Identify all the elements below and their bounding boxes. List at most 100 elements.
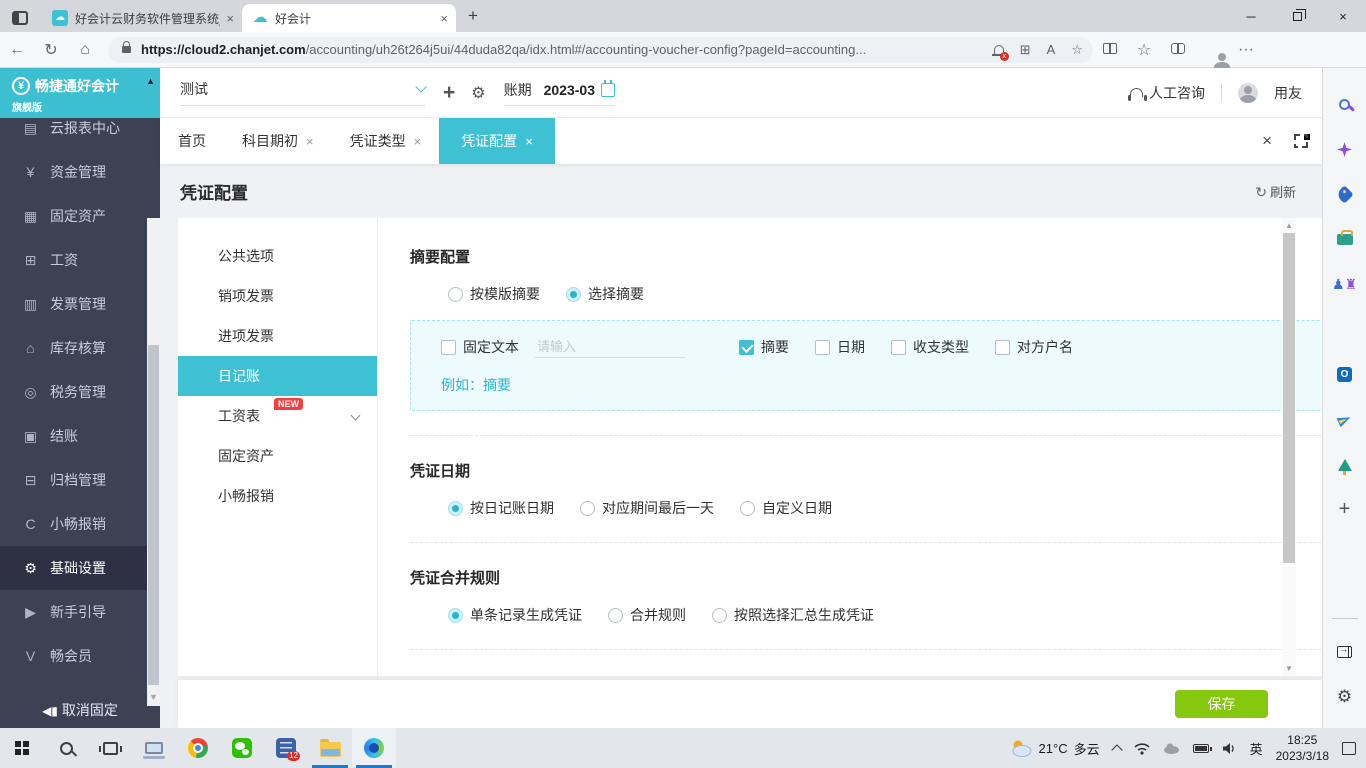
config-sidebar-item[interactable]: 固定资产: [178, 436, 377, 476]
sidebar-item[interactable]: ▶ 新手引导: [0, 590, 160, 634]
sidebar-item[interactable]: ▦ 固定资产: [0, 194, 160, 238]
support-link[interactable]: 人工咨询: [1149, 83, 1205, 103]
sidebar-item[interactable]: ▣ 结账: [0, 414, 160, 458]
page-tab-close-icon[interactable]: ×: [414, 134, 422, 149]
fixed-text-checkbox[interactable]: 固定文本: [441, 337, 519, 357]
config-sidebar-item[interactable]: 公共选项: [178, 236, 377, 276]
calendar-icon[interactable]: [601, 79, 615, 97]
config-sidebar-item[interactable]: 销项发票: [178, 276, 377, 316]
user-avatar[interactable]: [1238, 82, 1258, 103]
sidebar-item[interactable]: ⊟ 归档管理: [0, 458, 160, 502]
scroll-up-icon[interactable]: ▲: [1285, 221, 1293, 230]
notification-center-icon[interactable]: [1342, 741, 1356, 755]
radio-icon[interactable]: [448, 607, 463, 623]
copilot-icon[interactable]: [1323, 127, 1366, 172]
page-tab-close-icon[interactable]: ×: [525, 134, 533, 149]
volume-icon[interactable]: [1222, 742, 1237, 755]
notifications-blocked-icon[interactable]: x: [991, 42, 1009, 61]
drop-icon[interactable]: [1323, 397, 1366, 442]
m365-icon[interactable]: [1323, 307, 1366, 352]
config-sidebar-item[interactable]: 小畅报销: [178, 476, 377, 516]
radio-icon[interactable]: [448, 286, 463, 302]
shopping-icon[interactable]: [1323, 172, 1366, 217]
weather-widget[interactable]: 21°C 多云: [1009, 739, 1100, 758]
browser-tab-2[interactable]: ☁ 好会计 ×: [242, 4, 456, 32]
checkbox-icon[interactable]: [739, 339, 754, 355]
copy-page-icon[interactable]: [1161, 41, 1195, 59]
summary-field-checkbox[interactable]: 日期: [815, 337, 865, 357]
summary-field-checkbox[interactable]: 摘要: [739, 337, 789, 357]
remote-desktop-icon[interactable]: [132, 728, 176, 768]
tree-icon[interactable]: [1323, 442, 1366, 487]
summary-field-checkbox[interactable]: 收支类型: [891, 337, 969, 357]
search-icon[interactable]: [44, 728, 88, 768]
fixed-text-input[interactable]: [535, 336, 685, 358]
page-tab[interactable]: 科目期初 ×: [224, 118, 332, 164]
tools-icon[interactable]: [1323, 217, 1366, 262]
start-icon[interactable]: [0, 728, 44, 768]
voucher-date-radio[interactable]: 自定义日期: [740, 498, 832, 518]
period-value[interactable]: 2023-03: [544, 82, 595, 98]
more-menu-icon[interactable]: ···: [1229, 41, 1263, 59]
back-icon[interactable]: ←: [0, 41, 34, 59]
save-button[interactable]: 保存: [1175, 690, 1268, 718]
voucher-date-radio[interactable]: 对应期间最后一天: [580, 498, 714, 518]
task-view-icon[interactable]: [88, 728, 132, 768]
sidebar-item[interactable]: ◎ 税务管理: [0, 370, 160, 414]
add-account-set-button[interactable]: +: [443, 81, 455, 105]
voucher-date-radio[interactable]: 按日记账日期: [448, 498, 554, 518]
restore-button[interactable]: [1274, 8, 1320, 24]
page-tab[interactable]: 凭证类型 ×: [332, 118, 440, 164]
config-sidebar-item[interactable]: 工资表 NEW: [178, 396, 377, 436]
onedrive-cloud-icon[interactable]: [1163, 742, 1180, 754]
address-bar[interactable]: https://cloud2.chanjet.com/accounting/uh…: [108, 36, 1093, 63]
radio-icon[interactable]: [608, 607, 623, 623]
workspaces-icon[interactable]: [12, 11, 28, 25]
favorite-star-icon[interactable]: ☆: [1071, 42, 1083, 58]
tab-close-icon[interactable]: ×: [226, 11, 234, 26]
new-tab-button[interactable]: +: [468, 6, 478, 26]
wifi-icon[interactable]: [1134, 742, 1150, 755]
page-tab[interactable]: 首页 ×: [160, 118, 224, 164]
checkbox-icon[interactable]: [441, 339, 456, 355]
grid-add-icon[interactable]: ⊞: [1020, 42, 1031, 58]
sidebar-item[interactable]: ⊞ 工资: [0, 238, 160, 282]
battery-icon[interactable]: [1192, 743, 1212, 753]
sidebar-item[interactable]: ⚙ 基础设置: [0, 546, 160, 590]
outlook-icon[interactable]: O: [1323, 352, 1366, 397]
file-explorer-icon[interactable]: [308, 728, 352, 768]
add-icon[interactable]: +: [1323, 487, 1366, 532]
chrome-icon[interactable]: [176, 728, 220, 768]
panel-scrollbar-thumb[interactable]: [1283, 233, 1295, 563]
sidebar-toggle-icon[interactable]: [1323, 629, 1366, 674]
collections-icon[interactable]: ☆: [1127, 40, 1161, 60]
radio-icon[interactable]: [448, 500, 463, 516]
summary-mode-radio[interactable]: 选择摘要: [566, 284, 644, 304]
settings-icon[interactable]: ⚙: [1323, 674, 1366, 719]
tab-close-icon[interactable]: ×: [440, 11, 448, 26]
sidebar-item[interactable]: ▤ 云报表中心: [0, 118, 160, 150]
hidden-icons-chevron[interactable]: [1110, 743, 1123, 756]
merge-rule-radio[interactable]: 单条记录生成凭证: [448, 605, 582, 625]
split-screen-icon[interactable]: [1093, 41, 1127, 59]
radio-icon[interactable]: [580, 500, 595, 516]
search-icon[interactable]: [1323, 82, 1366, 127]
scroll-down-icon[interactable]: ▼: [1285, 664, 1293, 673]
summary-mode-radio[interactable]: 按模版摘要: [448, 284, 540, 304]
summary-field-checkbox[interactable]: 对方户名: [995, 337, 1073, 357]
page-tab[interactable]: 凭证配置 ×: [439, 118, 555, 164]
close-button[interactable]: ×: [1320, 9, 1366, 24]
config-sidebar-item[interactable]: 日记账: [178, 356, 377, 396]
app-grid-icon[interactable]: 12: [264, 728, 308, 768]
radio-icon[interactable]: [566, 286, 581, 302]
panel-scrollbar[interactable]: ▲ ▼: [1282, 218, 1296, 676]
sidebar-item[interactable]: ⌂ 库存核算: [0, 326, 160, 370]
fullscreen-icon[interactable]: [1294, 134, 1308, 148]
read-aloud-icon[interactable]: A: [1047, 42, 1056, 57]
sidebar-item[interactable]: ¥ 资金管理: [0, 150, 160, 194]
username[interactable]: 用友: [1274, 83, 1302, 103]
account-set-dropdown[interactable]: 测试: [180, 79, 427, 106]
page-tab-close-icon[interactable]: ×: [306, 134, 314, 149]
refresh-button[interactable]: ↻ 刷新: [1255, 182, 1296, 201]
close-all-tabs-icon[interactable]: ×: [1262, 131, 1272, 151]
